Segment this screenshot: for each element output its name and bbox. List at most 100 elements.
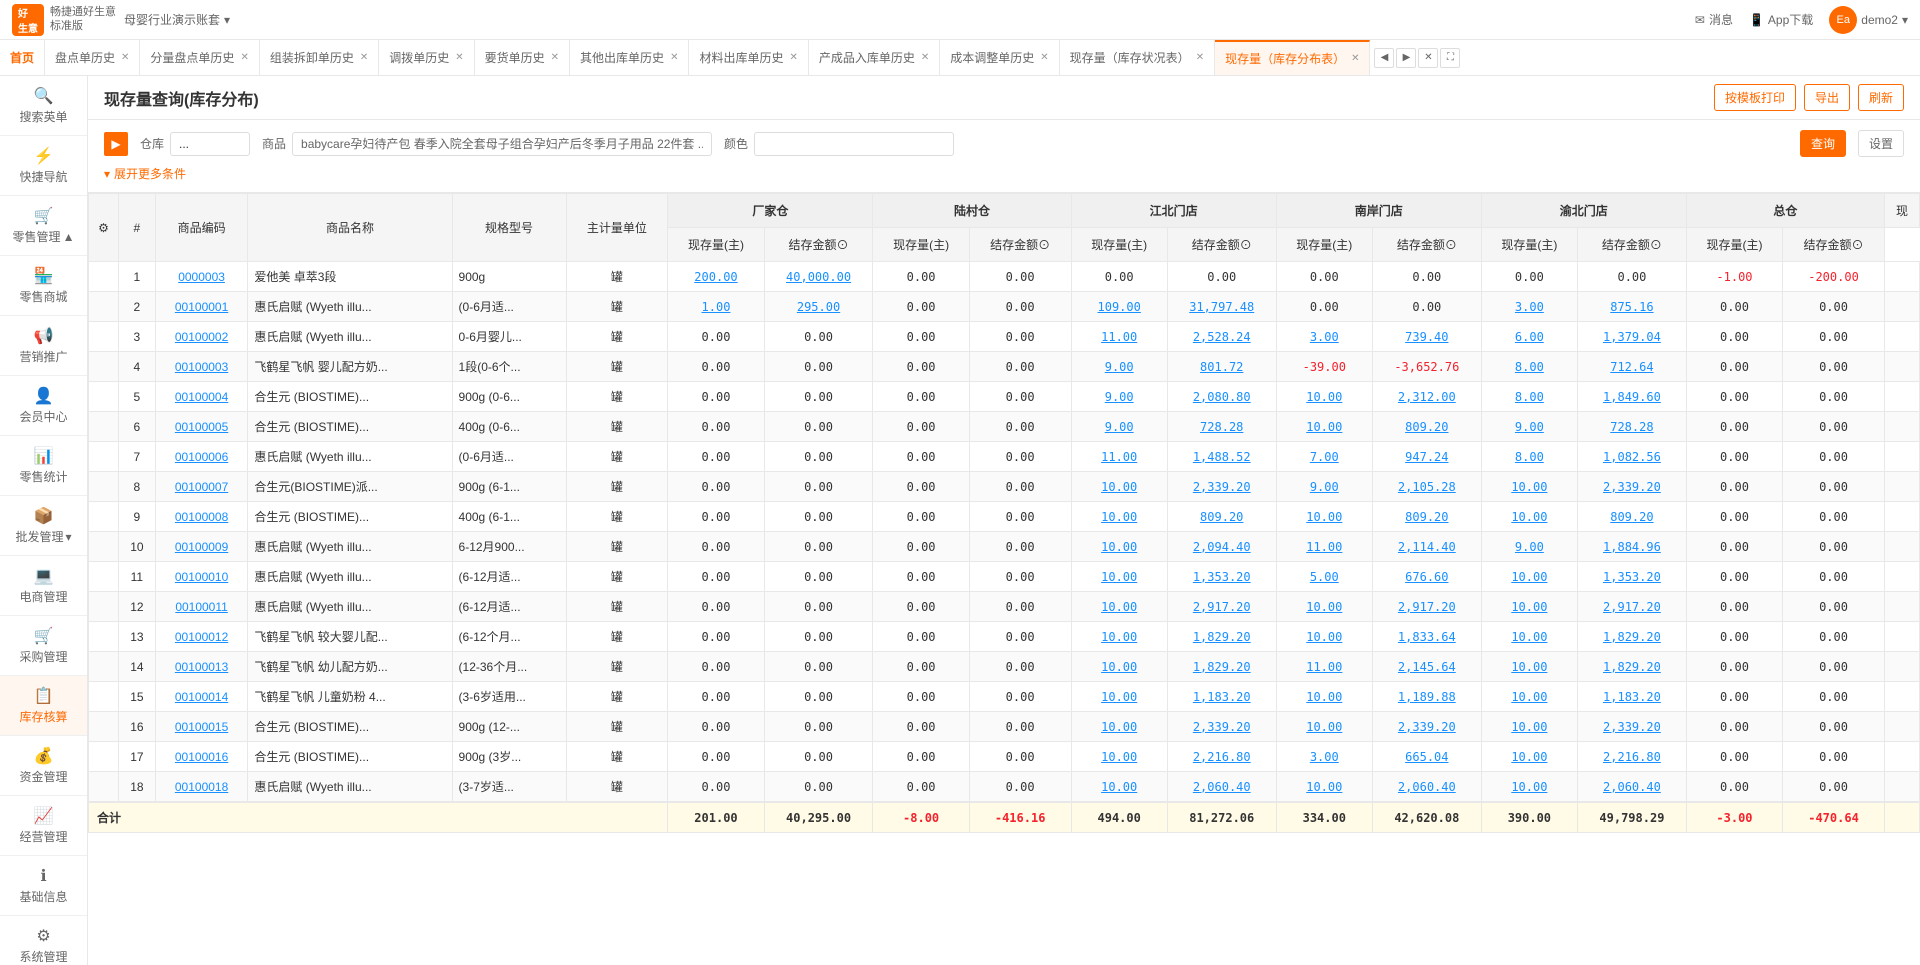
- cell-link-yubei-1[interactable]: 712.64: [1610, 360, 1653, 374]
- cell-nanan-amt[interactable]: 2,917.20: [1372, 592, 1481, 622]
- cell-link-yubei-1[interactable]: 1,082.56: [1603, 450, 1661, 464]
- cell-link-jiangbei-0[interactable]: 10.00: [1101, 720, 1137, 734]
- cell-link-nanan-1[interactable]: 665.04: [1405, 750, 1448, 764]
- cell-link-yubei-1[interactable]: 2,339.20: [1603, 480, 1661, 494]
- cell-link-nanan-0[interactable]: 10.00: [1306, 780, 1342, 794]
- cell-yubei-amt[interactable]: 2,060.40: [1578, 772, 1687, 803]
- cell-factory-amt[interactable]: 40,000.00: [764, 262, 873, 292]
- cell-nanan-amt[interactable]: 1,189.88: [1372, 682, 1481, 712]
- user-menu[interactable]: Ea demo2 ▾: [1829, 6, 1908, 34]
- nav-tab-1[interactable]: 分量盘点单历史 ✕: [140, 40, 259, 76]
- cell-nanan-amt[interactable]: 2,105.28: [1372, 472, 1481, 502]
- cell-jiangbei-amt[interactable]: 1,829.20: [1167, 622, 1276, 652]
- cell-jiangbei-amt[interactable]: 728.28: [1167, 412, 1276, 442]
- nav-tab-7[interactable]: 产成品入库单历史 ✕: [809, 40, 940, 76]
- cell-yubei-amt[interactable]: 712.64: [1578, 352, 1687, 382]
- cell-link-yubei-1[interactable]: 728.28: [1610, 420, 1653, 434]
- sidebar-item-mall[interactable]: 🏪 零售商城: [0, 256, 87, 316]
- cell-jiangbei-amt[interactable]: 2,094.40: [1167, 532, 1276, 562]
- sidebar-item-retail-mgmt[interactable]: 🛒 零售管理 ▲: [0, 196, 87, 256]
- cell-link-jiangbei-1[interactable]: 2,216.80: [1193, 750, 1251, 764]
- cell-link-nanan-0[interactable]: 10.00: [1306, 720, 1342, 734]
- cell-link-nanan-0[interactable]: 9.00: [1310, 480, 1339, 494]
- cell-nanan-qty[interactable]: 11.00: [1276, 652, 1372, 682]
- cell-jiangbei-qty[interactable]: 10.00: [1071, 652, 1167, 682]
- cell-nanan-amt[interactable]: 739.40: [1372, 322, 1481, 352]
- cell-nanan-qty[interactable]: 10.00: [1276, 412, 1372, 442]
- product-code-link[interactable]: 00100002: [175, 330, 228, 344]
- nav-tab-4[interactable]: 要货单历史 ✕: [475, 40, 570, 76]
- nav-tab-0[interactable]: 盘点单历史 ✕: [45, 40, 140, 76]
- sidebar-item-ecommerce[interactable]: 💻 电商管理: [0, 556, 87, 616]
- sidebar-item-retail-stats[interactable]: 📊 零售统计: [0, 436, 87, 496]
- cell-link-yubei-1[interactable]: 2,216.80: [1603, 750, 1661, 764]
- expand-filter-button[interactable]: ▶: [104, 132, 128, 156]
- cell-jiangbei-amt[interactable]: 1,488.52: [1167, 442, 1276, 472]
- cell-link-yubei-0[interactable]: 10.00: [1511, 690, 1547, 704]
- cell-yubei-amt[interactable]: 1,829.20: [1578, 622, 1687, 652]
- cell-nanan-amt[interactable]: 665.04: [1372, 742, 1481, 772]
- cell-yubei-amt[interactable]: 1,849.60: [1578, 382, 1687, 412]
- cell-link-jiangbei-1[interactable]: 2,080.80: [1193, 390, 1251, 404]
- sidebar-item-base-info[interactable]: ℹ 基础信息: [0, 856, 87, 916]
- cell-nanan-qty[interactable]: 10.00: [1276, 592, 1372, 622]
- product-code-link[interactable]: 00100018: [175, 780, 228, 794]
- product-code-link[interactable]: 00100001: [175, 300, 228, 314]
- cell-jiangbei-amt[interactable]: 801.72: [1167, 352, 1276, 382]
- cell-link-nanan-0[interactable]: 10.00: [1306, 600, 1342, 614]
- cell-link-yubei-0[interactable]: 10.00: [1511, 780, 1547, 794]
- sidebar-item-finance[interactable]: 💰 资金管理: [0, 736, 87, 796]
- sidebar-item-search[interactable]: 🔍 搜索英单: [0, 76, 87, 136]
- cell-link-yubei-1[interactable]: 2,339.20: [1603, 720, 1661, 734]
- cell-jiangbei-amt[interactable]: 809.20: [1167, 502, 1276, 532]
- cell-link-nanan-1[interactable]: 2,917.20: [1398, 600, 1456, 614]
- cell-link-yubei-1[interactable]: 1,829.20: [1603, 660, 1661, 674]
- cell-link-yubei-1[interactable]: 1,183.20: [1603, 690, 1661, 704]
- cell-yubei-amt[interactable]: 2,216.80: [1578, 742, 1687, 772]
- cell-link-jiangbei-1[interactable]: 809.20: [1200, 510, 1243, 524]
- cell-link-factory-1[interactable]: 295.00: [797, 300, 840, 314]
- cell-link-yubei-1[interactable]: 809.20: [1610, 510, 1653, 524]
- cell-link-jiangbei-0[interactable]: 10.00: [1101, 510, 1137, 524]
- cell-link-jiangbei-0[interactable]: 10.00: [1101, 480, 1137, 494]
- cell-link-jiangbei-1[interactable]: 31,797.48: [1189, 300, 1254, 314]
- product-code-link[interactable]: 00100011: [175, 600, 228, 614]
- cell-link-yubei-1[interactable]: 1,849.60: [1603, 390, 1661, 404]
- cell-nanan-qty[interactable]: 10.00: [1276, 682, 1372, 712]
- cell-jiangbei-amt[interactable]: 2,339.20: [1167, 472, 1276, 502]
- cell-jiangbei-qty[interactable]: 10.00: [1071, 532, 1167, 562]
- cell-yubei-qty[interactable]: 10.00: [1481, 712, 1577, 742]
- cell-nanan-qty[interactable]: 3.00: [1276, 742, 1372, 772]
- cell-yubei-qty[interactable]: 8.00: [1481, 352, 1577, 382]
- cell-jiangbei-qty[interactable]: 9.00: [1071, 352, 1167, 382]
- cell-jiangbei-qty[interactable]: 10.00: [1071, 562, 1167, 592]
- cell-yubei-qty[interactable]: 10.00: [1481, 562, 1577, 592]
- nav-tab-2[interactable]: 组装拆卸单历史 ✕: [260, 40, 379, 76]
- cell-link-factory-0[interactable]: 1.00: [702, 300, 731, 314]
- cell-yubei-qty[interactable]: 10.00: [1481, 622, 1577, 652]
- nav-tab-5[interactable]: 其他出库单历史 ✕: [570, 40, 689, 76]
- cell-link-jiangbei-1[interactable]: 801.72: [1200, 360, 1243, 374]
- cell-factory-amt[interactable]: 295.00: [764, 292, 873, 322]
- cell-link-yubei-0[interactable]: 10.00: [1511, 570, 1547, 584]
- cell-jiangbei-amt[interactable]: 1,183.20: [1167, 682, 1276, 712]
- cell-link-yubei-0[interactable]: 9.00: [1515, 420, 1544, 434]
- cell-link-nanan-0[interactable]: 10.00: [1306, 690, 1342, 704]
- settings-button[interactable]: 设置: [1858, 130, 1904, 157]
- cell-yubei-qty[interactable]: 10.00: [1481, 472, 1577, 502]
- cell-link-jiangbei-1[interactable]: 2,528.24: [1193, 330, 1251, 344]
- cell-jiangbei-amt[interactable]: 1,353.20: [1167, 562, 1276, 592]
- close-icon[interactable]: ✕: [240, 52, 248, 63]
- cell-nanan-amt[interactable]: 2,114.40: [1372, 532, 1481, 562]
- close-icon[interactable]: ✕: [670, 52, 678, 63]
- cell-nanan-qty[interactable]: 10.00: [1276, 382, 1372, 412]
- cell-link-yubei-1[interactable]: 2,060.40: [1603, 780, 1661, 794]
- cell-yubei-qty[interactable]: 8.00: [1481, 442, 1577, 472]
- color-input[interactable]: [754, 132, 954, 156]
- product-input[interactable]: [292, 132, 712, 156]
- cell-link-nanan-0[interactable]: 10.00: [1306, 390, 1342, 404]
- cell-yubei-qty[interactable]: 6.00: [1481, 322, 1577, 352]
- cell-yubei-qty[interactable]: 10.00: [1481, 772, 1577, 803]
- cell-nanan-qty[interactable]: 10.00: [1276, 712, 1372, 742]
- cell-link-nanan-0[interactable]: 5.00: [1310, 570, 1339, 584]
